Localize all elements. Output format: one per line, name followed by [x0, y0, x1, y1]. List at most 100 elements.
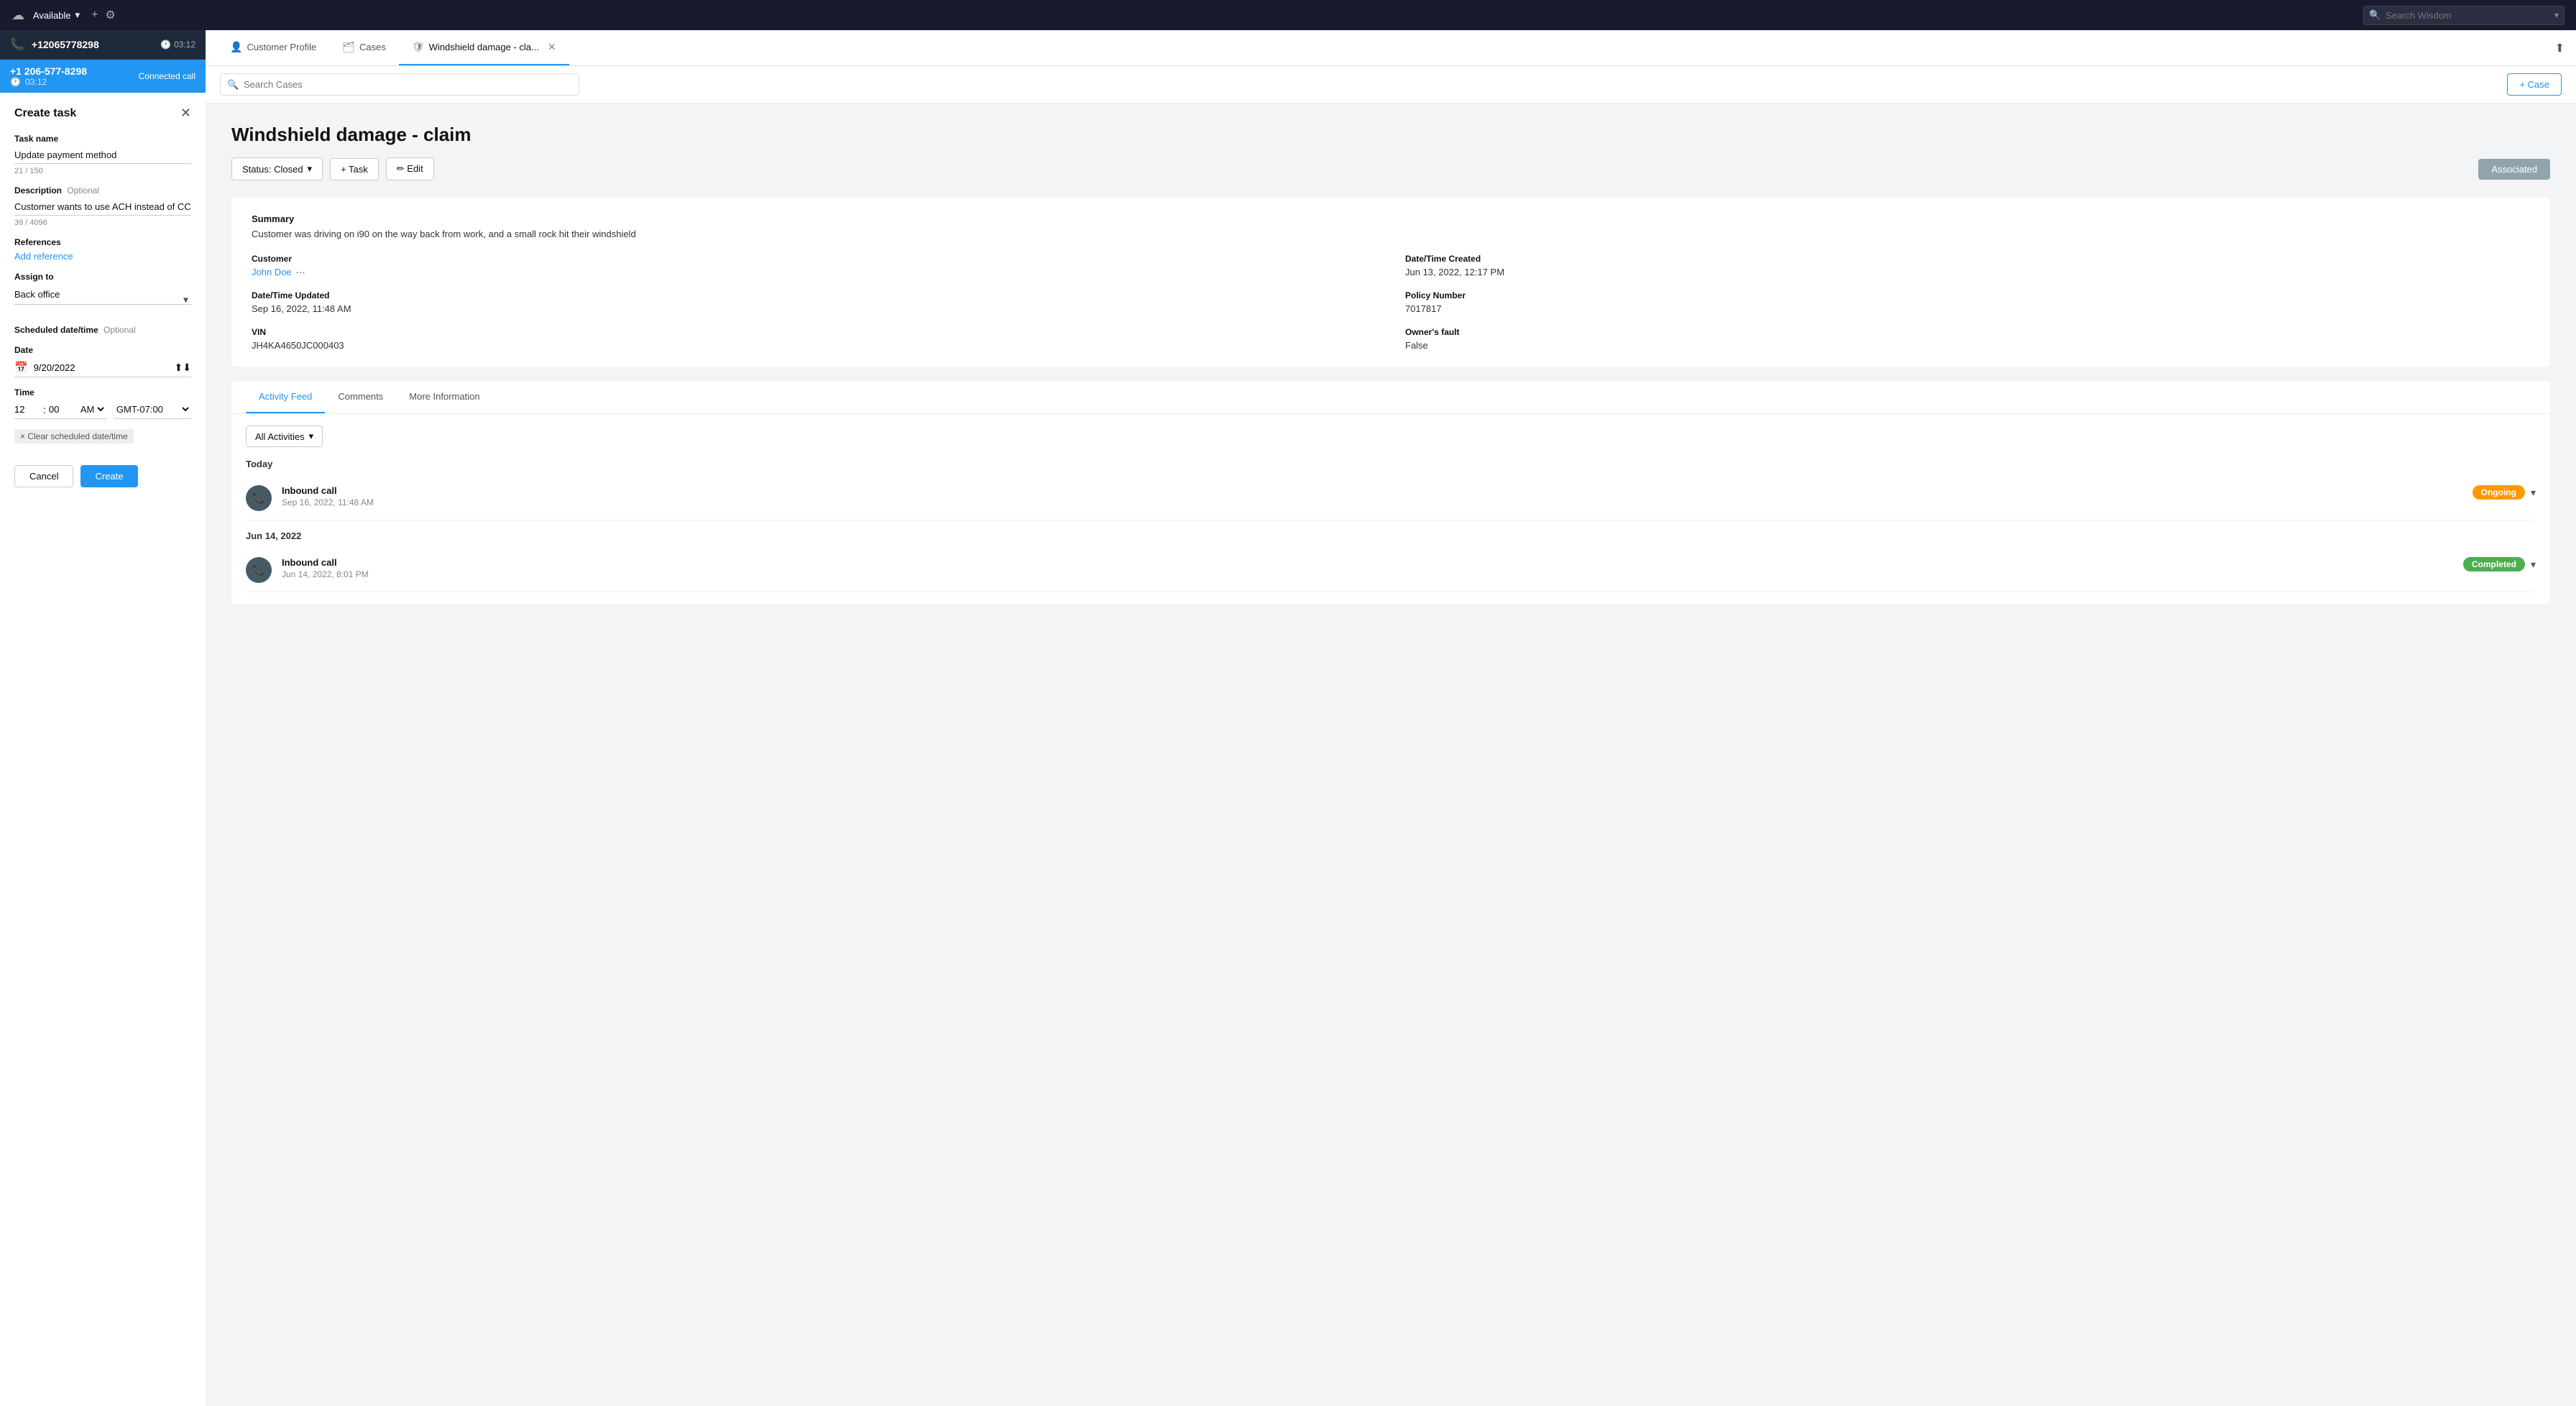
vin-value: JH4KA4650JC000403 [252, 340, 1376, 351]
cloud-icon: ☁ [12, 8, 24, 23]
date-input[interactable] [34, 362, 169, 373]
activity-section: Activity Feed Comments More Information … [231, 381, 2550, 604]
activity-item-2: 📞 Inbound call Jun 14, 2022, 8:01 PM Com… [246, 548, 2536, 592]
cancel-button[interactable]: Cancel [14, 465, 73, 487]
date-created-value: Jun 13, 2022, 12:17 PM [1405, 267, 2530, 277]
today-label: Today [246, 459, 2536, 469]
time-hours-input[interactable] [14, 404, 40, 415]
time-input-wrap: : AM PM [14, 400, 106, 419]
activity-title: Inbound call [282, 485, 2462, 496]
customer-value: John Doe ··· [252, 267, 1376, 277]
call-time-right: 🕐 03:12 [160, 40, 196, 50]
tabs-bar: 👤 Customer Profile 🗂 Cases 🛡 Windshield … [206, 30, 2576, 66]
comments-tab[interactable]: Comments [325, 381, 396, 413]
description-input[interactable] [14, 198, 191, 216]
clock-status-icon: 🕐 [10, 77, 21, 87]
call-number: +12065778298 [32, 39, 99, 50]
policy-value: 7017817 [1405, 303, 2530, 314]
status-button[interactable]: Status: Closed ▾ [231, 157, 323, 180]
activity-date: Sep 16, 2022, 11:48 AM [282, 497, 2462, 507]
top-bar-actions: + ⚙ [91, 8, 116, 22]
summary-label: Summary [252, 213, 2530, 224]
date-section: Date 📅 ⬆⬇ [14, 345, 191, 377]
details-grid: Customer John Doe ··· Date/Time Created … [252, 254, 2530, 351]
new-case-button[interactable]: + Case [2507, 73, 2562, 96]
date-chevron-icon: ⬆⬇ [175, 362, 191, 374]
associated-button[interactable]: Associated [2478, 159, 2550, 180]
status-chevron-icon: ▾ [308, 163, 313, 175]
date-label: Date [14, 345, 191, 355]
call-header: 📞 +12065778298 🕐 03:12 [0, 30, 206, 60]
case-content: Windshield damage - claim Status: Closed… [206, 104, 2576, 1406]
call-status-info: 🕐 03:12 [10, 77, 87, 87]
call-status-time: 03:12 [25, 77, 47, 87]
availability-label: Available [33, 10, 71, 21]
case-details-card: Summary Customer was driving on i90 on t… [231, 198, 2550, 367]
share-button[interactable]: ⬆ [2555, 41, 2564, 55]
activity-badge-row-2: Completed ▾ [2463, 557, 2536, 571]
assign-to-select[interactable]: Back office [14, 285, 191, 305]
add-button[interactable]: + [91, 9, 98, 22]
cases-icon: 🗂 [342, 41, 355, 53]
tab-windshield[interactable]: 🛡 Windshield damage - cla... ✕ [399, 30, 569, 65]
right-content: 👤 Customer Profile 🗂 Cases 🛡 Windshield … [206, 30, 2576, 1406]
assign-to-section: Assign to Back office ▾ [14, 272, 191, 315]
case-title: Windshield damage - claim [231, 124, 2550, 146]
more-info-tab[interactable]: More Information [396, 381, 492, 413]
top-bar: ☁ Available ▾ + ⚙ 🔍 ▾ [0, 0, 2576, 30]
ampm-select[interactable]: AM PM [78, 403, 106, 415]
tab-customer-profile[interactable]: 👤 Customer Profile [217, 30, 329, 65]
add-reference-link[interactable]: Add reference [14, 251, 73, 262]
create-task-title: Create task [14, 107, 76, 120]
owners-fault-label: Owner's fault [1405, 327, 2530, 337]
close-button[interactable]: ✕ [180, 106, 191, 121]
windshield-icon: 🛡 [412, 41, 425, 53]
scheduled-optional: Optional [104, 325, 136, 335]
description-label: Description Optional [14, 185, 191, 196]
wisdom-search-icon: 🔍 [2369, 9, 2380, 21]
add-task-button[interactable]: + Task [330, 158, 379, 180]
expand-button-2[interactable]: ▾ [2531, 559, 2536, 571]
wisdom-search-chevron: ▾ [2554, 10, 2559, 20]
activity-info: Inbound call Sep 16, 2022, 11:48 AM [282, 485, 2462, 507]
availability-button[interactable]: Available ▾ [33, 9, 80, 21]
main-layout: 📞 +12065778298 🕐 03:12 +1 206-577-8298 🕐… [0, 30, 2576, 1406]
calendar-icon: 📅 [14, 361, 28, 374]
chevron-down-icon: ▾ [75, 9, 80, 21]
all-activities-button[interactable]: All Activities ▾ [246, 426, 323, 447]
tab-customer-profile-label: Customer Profile [247, 42, 316, 52]
customer-dots: ··· [296, 267, 305, 277]
call-connected-label: Connected call [139, 71, 196, 81]
task-name-input[interactable] [14, 147, 191, 164]
date-updated-value: Sep 16, 2022, 11:48 AM [252, 303, 1376, 314]
tab-windshield-label: Windshield damage - cla... [429, 42, 539, 52]
assign-to-wrap: Back office ▾ [14, 285, 191, 315]
customer-link[interactable]: John Doe [252, 267, 292, 277]
tab-cases[interactable]: 🗂 Cases [329, 30, 399, 65]
policy-detail: Policy Number 7017817 [1405, 290, 2530, 314]
create-button[interactable]: Create [80, 465, 137, 487]
timezone-select[interactable]: GMT-07:00 [114, 403, 191, 415]
search-cases-input[interactable] [220, 73, 579, 96]
clock-icon: 🕐 [160, 40, 171, 50]
edit-button[interactable]: ✏ Edit [386, 157, 434, 180]
time-minutes-input[interactable] [49, 404, 75, 415]
references-label: References [14, 237, 191, 247]
expand-button[interactable]: ▾ [2531, 487, 2536, 499]
assign-to-label: Assign to [14, 272, 191, 282]
wisdom-search-input[interactable] [2363, 6, 2564, 25]
search-icon: 🔍 [227, 79, 239, 91]
tab-cases-label: Cases [359, 42, 386, 52]
tab-close-button[interactable]: ✕ [548, 41, 556, 53]
vin-label: VIN [252, 327, 1376, 337]
date-updated-label: Date/Time Updated [252, 290, 1376, 300]
description-char-count: 39 / 4096 [14, 219, 191, 227]
activity-item: 📞 Inbound call Sep 16, 2022, 11:48 AM On… [246, 477, 2536, 520]
task-name-section: Task name 21 / 150 [14, 134, 191, 175]
activity-tabs: Activity Feed Comments More Information [231, 381, 2550, 414]
form-actions: Cancel Create [14, 458, 191, 487]
clear-schedule-button[interactable]: × Clear scheduled date/time [14, 429, 134, 444]
activity-title-2: Inbound call [282, 557, 2453, 568]
settings-button[interactable]: ⚙ [105, 8, 115, 22]
activity-feed-tab[interactable]: Activity Feed [246, 381, 325, 413]
